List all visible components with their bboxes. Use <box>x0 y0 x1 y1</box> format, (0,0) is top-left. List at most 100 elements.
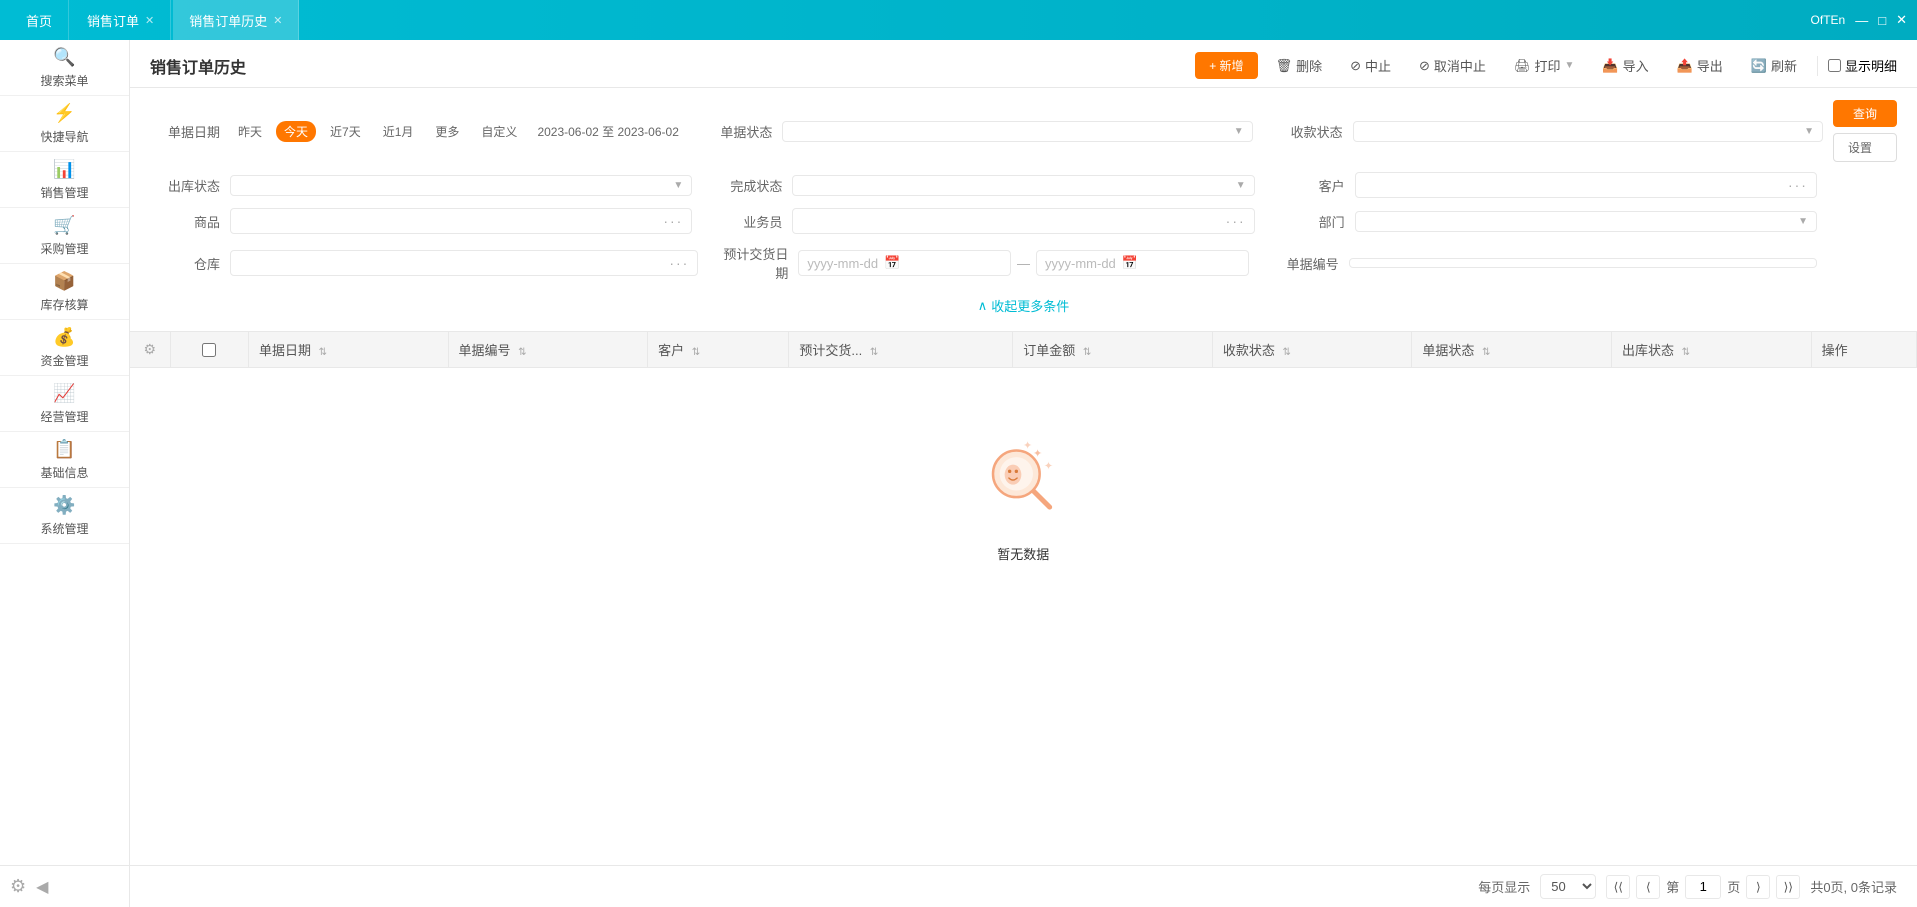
page-size-select[interactable]: 50 20 100 <box>1540 874 1596 899</box>
topbar-tabs: 首页 销售订单 ✕ 销售订单历史 ✕ <box>10 0 1811 40</box>
department-dropdown[interactable]: ▼ <box>1355 211 1817 232</box>
date-chip-today[interactable]: 今天 <box>276 121 316 142</box>
salesperson-label: 业务员 <box>712 212 792 231</box>
delete-button[interactable]: 🗑 删除 <box>1266 52 1333 79</box>
first-page-button[interactable]: ⟨⟨ <box>1606 875 1630 899</box>
prev-page-button[interactable]: ⟨ <box>1636 875 1660 899</box>
pagination: ⟨⟨ ⟨ 第 页 ⟩ ⟩⟩ <box>1606 875 1800 899</box>
close-sales-order-icon[interactable]: ✕ <box>145 14 154 27</box>
th-expected-delivery[interactable]: 预计交货... ⇅ <box>789 332 1013 368</box>
cancel-stop-label: 取消中止 <box>1434 56 1486 75</box>
last-page-button[interactable]: ⟩⟩ <box>1776 875 1800 899</box>
stop-button[interactable]: ⊘ 中止 <box>1340 52 1401 79</box>
sidebar-item-purchase-mgmt[interactable]: 🛒 采购管理 <box>0 208 129 264</box>
sidebar-item-inventory[interactable]: 📦 库存核算 <box>0 264 129 320</box>
th-checkbox[interactable] <box>170 332 248 368</box>
sort-delivery-status-icon[interactable]: ⇅ <box>1682 347 1690 358</box>
import-button[interactable]: 📥 导入 <box>1592 52 1658 79</box>
page-input[interactable] <box>1685 875 1721 899</box>
sort-order-amount-icon[interactable]: ⇅ <box>1083 347 1091 358</box>
minimize-icon[interactable]: — <box>1855 13 1868 28</box>
sort-payment-status-icon[interactable]: ⇅ <box>1282 347 1290 358</box>
tab-home[interactable]: 首页 <box>10 0 69 40</box>
tab-sales-order[interactable]: 销售订单 ✕ <box>71 0 171 40</box>
customer-input[interactable]: ··· <box>1355 172 1817 198</box>
close-sales-order-history-icon[interactable]: ✕ <box>273 14 282 27</box>
sidebar-collapse-icon[interactable]: ◀ <box>36 877 48 897</box>
salesperson-input[interactable]: ··· <box>792 208 1254 234</box>
th-delivery-status[interactable]: 出库状态 ⇅ <box>1611 332 1811 368</box>
collapse-bar[interactable]: ∧ 收起更多条件 <box>150 292 1897 319</box>
show-detail-checkbox-wrapper[interactable]: 显示明细 <box>1828 56 1897 75</box>
refresh-button[interactable]: 🔄 刷新 <box>1741 52 1807 79</box>
th-customer[interactable]: 客户 ⇅ <box>648 332 789 368</box>
close-window-icon[interactable]: ✕ <box>1896 12 1907 28</box>
expected-delivery-start[interactable]: yyyy-mm-dd 📅 <box>798 250 1011 276</box>
order-number-input[interactable] <box>1349 258 1817 268</box>
import-label: 导入 <box>1623 56 1649 75</box>
filter-row-2: 出库状态 ▼ 完成状态 ▼ 客户 ··· <box>150 172 1897 198</box>
order-status-dropdown[interactable]: ▼ <box>782 121 1252 142</box>
date-dash: — <box>1017 256 1030 271</box>
sort-order-no-icon[interactable]: ⇅ <box>518 347 526 358</box>
sort-customer-icon[interactable]: ⇅ <box>692 347 700 358</box>
th-settings[interactable]: ⚙ <box>130 332 170 368</box>
date-chip-yesterday[interactable]: 昨天 <box>230 121 270 142</box>
sidebar-item-sys-mgmt[interactable]: ⚙️ 系统管理 <box>0 488 129 544</box>
goods-input[interactable]: ··· <box>230 208 692 234</box>
quick-nav-icon: ⚡ <box>53 103 75 124</box>
th-order-amount-label: 订单金额 <box>1023 343 1075 358</box>
next-page-button[interactable]: ⟩ <box>1746 875 1770 899</box>
sidebar-item-base-info[interactable]: 📋 基础信息 <box>0 432 129 488</box>
collapse-up-icon: ∧ <box>978 298 988 314</box>
show-detail-checkbox[interactable] <box>1828 59 1841 72</box>
warehouse-dots-icon: ··· <box>669 255 689 271</box>
sidebar-item-finance[interactable]: 💰 资金管理 <box>0 320 129 376</box>
th-order-no[interactable]: 单据编号 ⇅ <box>448 332 648 368</box>
sidebar-item-search-menu[interactable]: 🔍 搜索菜单 <box>0 40 129 96</box>
completion-status-dropdown[interactable]: ▼ <box>792 175 1254 196</box>
order-status-label: 单据状态 <box>702 122 782 141</box>
expected-delivery-end[interactable]: yyyy-mm-dd 📅 <box>1036 250 1249 276</box>
date-chip-custom[interactable]: 自定义 <box>473 121 525 142</box>
th-delivery-status-label: 出库状态 <box>1622 343 1674 358</box>
date-chip-more[interactable]: 更多 <box>427 121 467 142</box>
stop-label: 中止 <box>1365 56 1391 75</box>
empty-text: 暂无数据 <box>997 544 1049 563</box>
main-layout: 🔍 搜索菜单 ⚡ 快捷导航 📊 销售管理 🛒 采购管理 📦 库存核算 💰 资金管… <box>0 40 1917 907</box>
sort-order-status-icon[interactable]: ⇅ <box>1482 347 1490 358</box>
filter-row-1: 单据日期 昨天 今天 近7天 近1月 更多 自定义 2023-06-02 至 2… <box>150 100 1897 162</box>
sales-mgmt-icon: 📊 <box>53 159 75 180</box>
sidebar-search-menu-label: 搜索菜单 <box>40 72 88 89</box>
delivery-status-dropdown[interactable]: ▼ <box>230 175 692 196</box>
date-chip-last7[interactable]: 近7天 <box>322 121 369 142</box>
th-operation-label: 操作 <box>1822 343 1848 358</box>
table-settings-icon[interactable]: ⚙ <box>143 341 156 357</box>
sidebar-settings-icon[interactable]: ⚙ <box>10 876 26 897</box>
th-order-status[interactable]: 单据状态 ⇅ <box>1412 332 1612 368</box>
new-button[interactable]: + 新增 <box>1195 52 1257 79</box>
th-order-date[interactable]: 单据日期 ⇅ <box>248 332 448 368</box>
sort-order-date-icon[interactable]: ⇅ <box>319 347 327 358</box>
th-payment-status[interactable]: 收款状态 ⇅ <box>1212 332 1412 368</box>
refresh-label: 刷新 <box>1771 56 1797 75</box>
sidebar-item-operations[interactable]: 📈 经营管理 <box>0 376 129 432</box>
toolbar: + 新增 🗑 删除 ⊘ 中止 ⊘ 取消中止 🖨 打印 ▼ <box>1195 52 1897 79</box>
print-button[interactable]: 🖨 打印 ▼ <box>1504 52 1584 79</box>
goods-dots-icon: ··· <box>663 213 683 229</box>
sidebar-item-sales-mgmt[interactable]: 📊 销售管理 <box>0 152 129 208</box>
select-all-checkbox[interactable] <box>202 343 216 357</box>
payment-status-dropdown[interactable]: ▼ <box>1353 121 1823 142</box>
empty-state-row: ✦ ✦ ✦ 暂无数据 <box>130 368 1917 624</box>
query-button[interactable]: 查询 <box>1833 100 1897 127</box>
sort-expected-delivery-icon[interactable]: ⇅ <box>870 347 878 358</box>
maximize-icon[interactable]: □ <box>1878 13 1886 28</box>
cancel-stop-button[interactable]: ⊘ 取消中止 <box>1409 52 1496 79</box>
tab-sales-order-history[interactable]: 销售订单历史 ✕ <box>173 0 299 40</box>
settings-button[interactable]: 设置 <box>1833 133 1897 162</box>
export-button[interactable]: 📤 导出 <box>1667 52 1733 79</box>
th-order-amount[interactable]: 订单金额 ⇅ <box>1013 332 1213 368</box>
warehouse-input[interactable]: ··· <box>230 250 698 276</box>
date-chip-last30[interactable]: 近1月 <box>375 121 422 142</box>
sidebar-item-quick-nav[interactable]: ⚡ 快捷导航 <box>0 96 129 152</box>
